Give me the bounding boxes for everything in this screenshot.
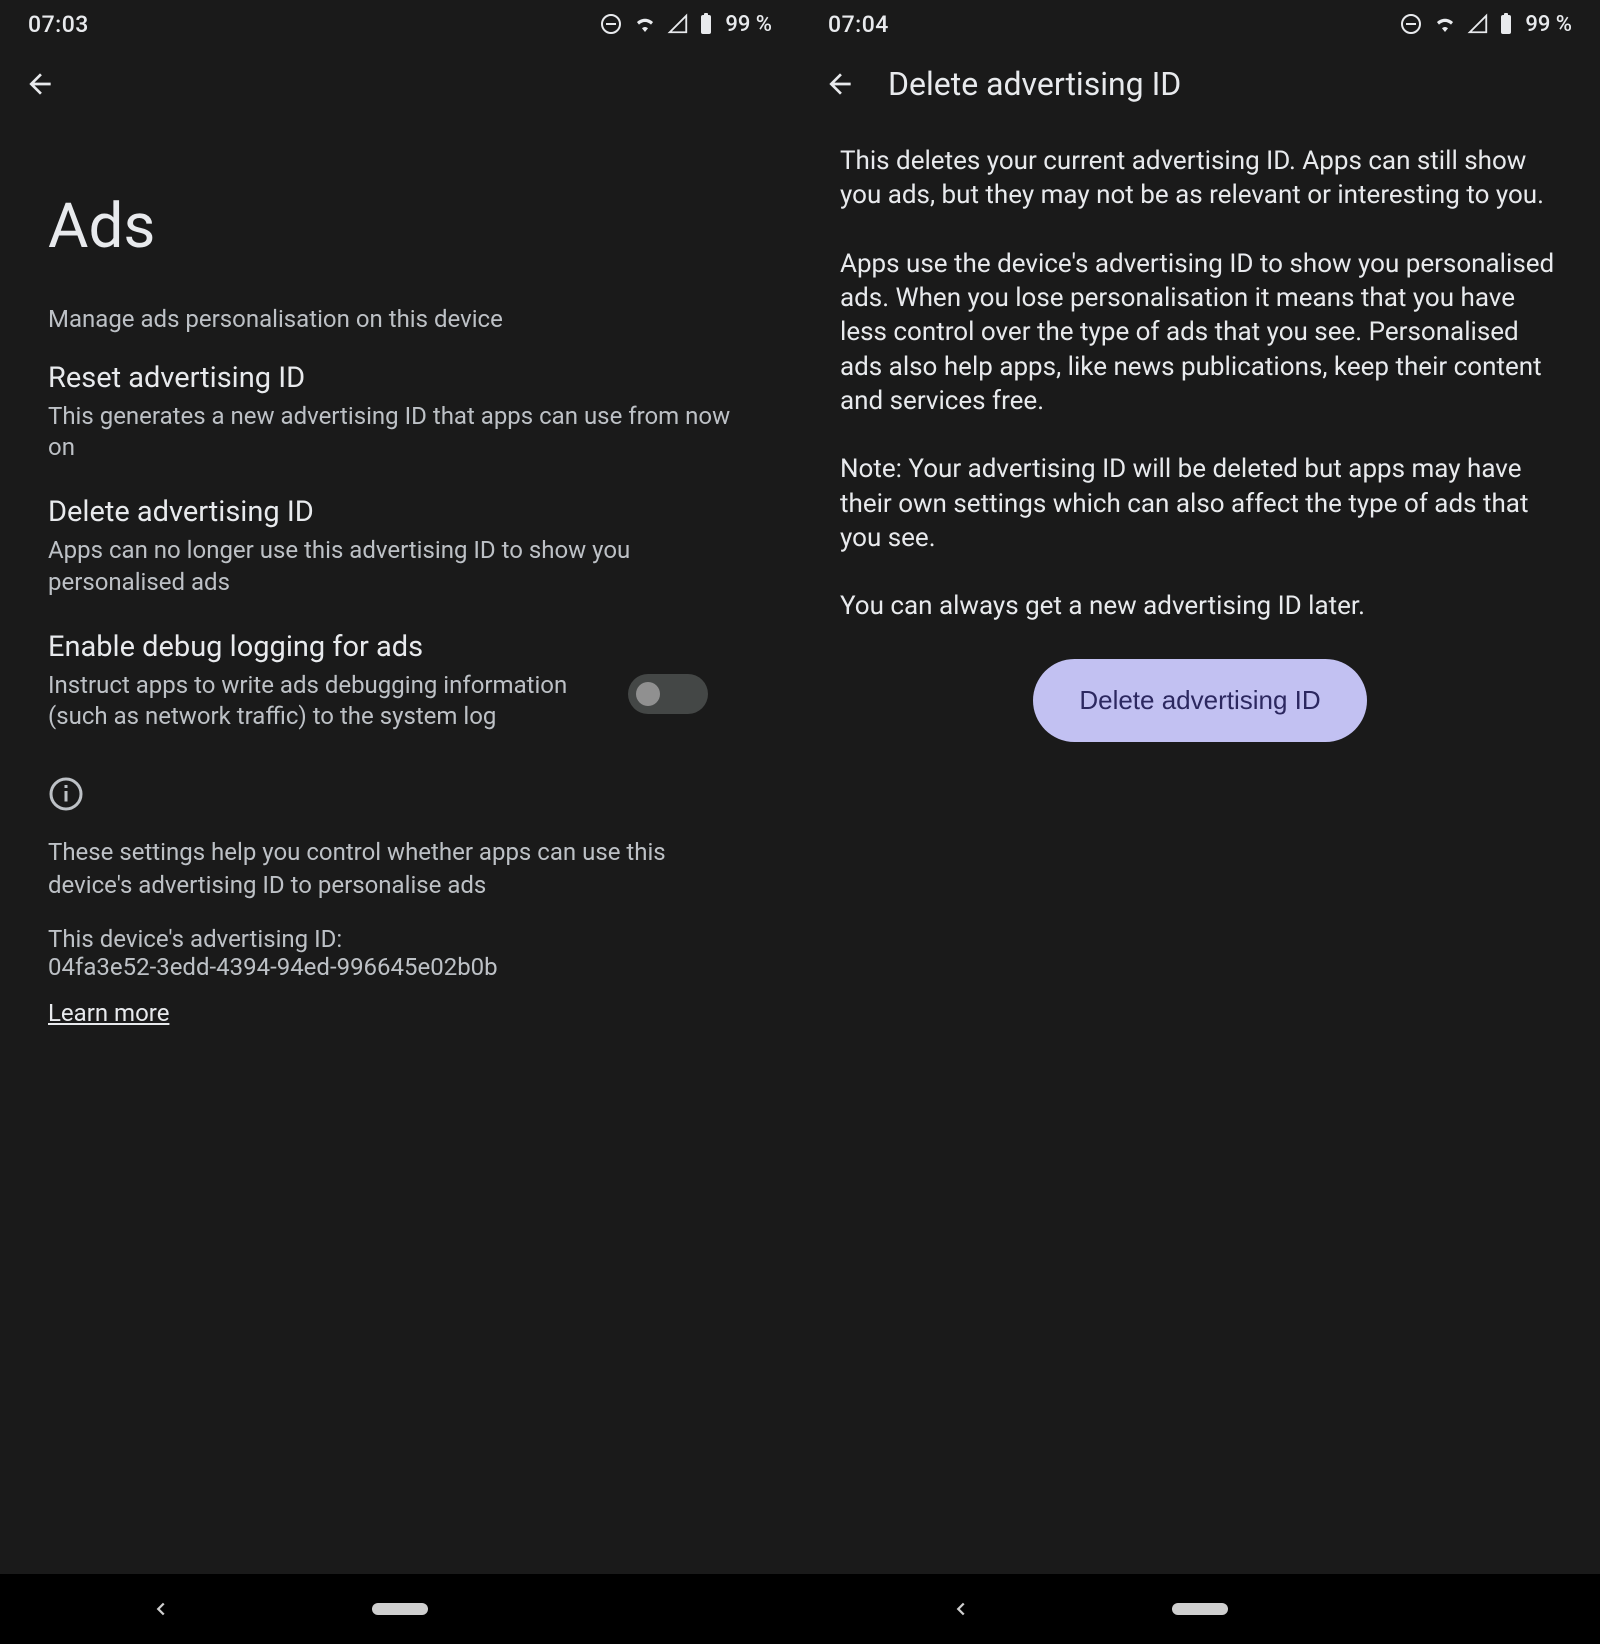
system-nav-bar [800,1574,1600,1644]
nav-home-pill[interactable] [372,1603,428,1615]
info-text: These settings help you control whether … [48,836,748,901]
detail-paragraph: This deletes your current advertising ID… [840,144,1560,213]
advertising-id-label: This device's advertising ID: [48,925,752,953]
learn-more-link[interactable]: Learn more [48,999,169,1027]
phone-ads-settings: 07:03 99 % [0,0,800,1644]
dnd-icon [1399,12,1423,36]
page-subtitle: Manage ads personalisation on this devic… [0,273,800,333]
delete-advertising-id-button[interactable]: Delete advertising ID [1033,659,1366,742]
app-bar [0,48,800,120]
debug-logging-toggle[interactable] [628,674,708,714]
nav-home-pill[interactable] [1172,1603,1228,1615]
advertising-id-value: 04fa3e52-3edd-4394-94ed-996645e02b0b [48,953,752,981]
nav-back-button[interactable] [150,1598,172,1620]
status-bar: 07:04 99 % [800,0,1600,48]
status-time: 07:04 [828,11,889,38]
detail-paragraph: Apps use the device's advertising ID to … [840,247,1560,419]
appbar-title: Delete advertising ID [888,65,1181,103]
system-nav-bar [0,1574,800,1644]
item-title: Delete advertising ID [48,495,752,529]
back-button[interactable] [20,64,60,104]
detail-paragraph: Note: Your advertising ID will be delete… [840,452,1560,555]
wifi-icon [1433,12,1457,36]
battery-percent: 99 % [725,12,772,37]
info-icon [48,776,84,812]
item-desc: Apps can no longer use this advertising … [48,535,748,597]
item-desc: Instruct apps to write ads debugging inf… [48,670,608,732]
phone-delete-advertising-id: 07:04 99 % Delete adve [800,0,1600,1644]
battery-icon [699,12,713,36]
item-delete-advertising-id[interactable]: Delete advertising ID Apps can no longer… [0,467,800,601]
item-enable-debug-logging[interactable]: Enable debug logging for ads Instruct ap… [0,602,800,736]
status-time: 07:03 [28,11,89,38]
item-reset-advertising-id[interactable]: Reset advertising ID This generates a ne… [0,333,800,467]
page-title: Ads [48,190,752,263]
detail-paragraph: You can always get a new advertising ID … [840,589,1560,623]
back-button[interactable] [820,64,860,104]
wifi-icon [633,12,657,36]
signal-icon [1467,13,1489,35]
item-desc: This generates a new advertising ID that… [48,401,748,463]
battery-icon [1499,12,1513,36]
nav-back-button[interactable] [950,1598,972,1620]
item-title: Reset advertising ID [48,361,752,395]
item-title: Enable debug logging for ads [48,630,608,664]
status-bar: 07:03 99 % [0,0,800,48]
battery-percent: 99 % [1525,12,1572,37]
signal-icon [667,13,689,35]
app-bar: Delete advertising ID [800,48,1600,120]
dnd-icon [599,12,623,36]
